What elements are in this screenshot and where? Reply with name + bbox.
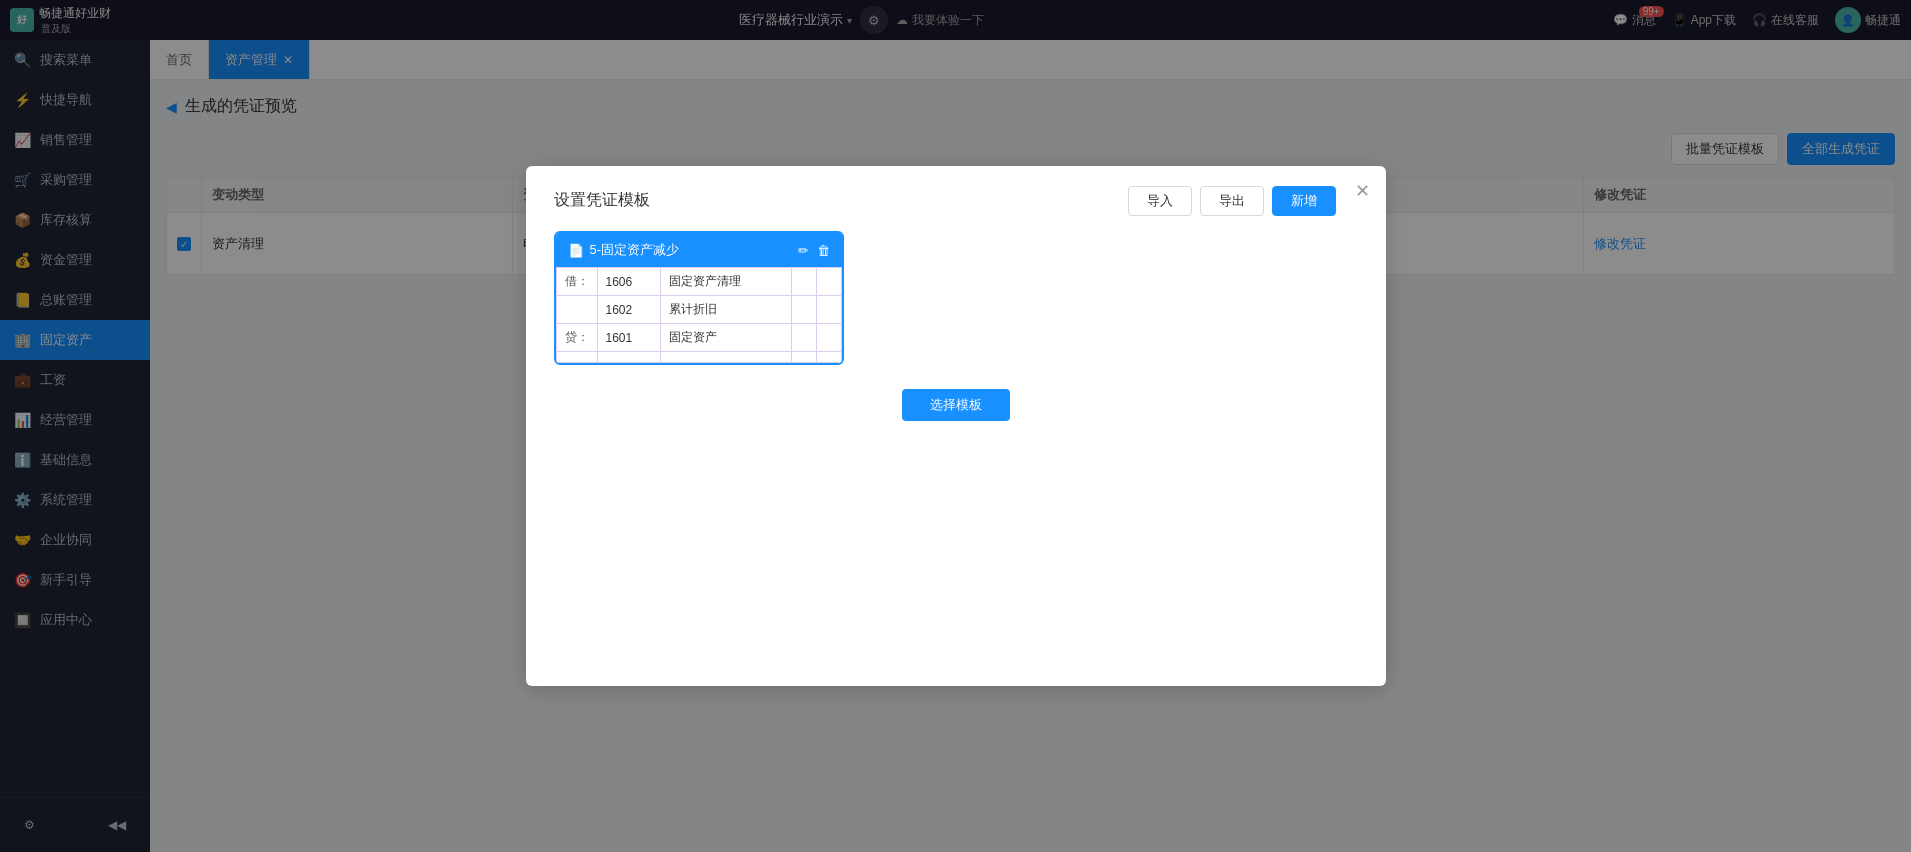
template-list: 📄 5-固定资产减少 ✏ 🗑 借： 1606 固 [554, 231, 1358, 365]
template-entry-row [556, 352, 841, 363]
delete-icon[interactable]: 🗑 [817, 243, 830, 258]
export-btn[interactable]: 导出 [1200, 186, 1264, 216]
entry-code-2: 1602 [597, 296, 661, 324]
entry-account-1: 固定资产清理 [661, 268, 791, 296]
template-entries-table: 借： 1606 固定资产清理 1602 累计折旧 [556, 267, 842, 363]
entry-side-4 [556, 352, 597, 363]
entry-credit-1 [816, 268, 841, 296]
entry-credit-3 [816, 324, 841, 352]
import-btn[interactable]: 导入 [1128, 186, 1192, 216]
dialog-overlay[interactable]: 设置凭证模板 ✕ 导入 导出 新增 📄 5-固定资产减少 ✏ 🗑 [0, 0, 1911, 852]
select-btn-wrap: 选择模板 [554, 389, 1358, 421]
entry-account-2: 累计折旧 [661, 296, 791, 324]
entry-code-1: 1606 [597, 268, 661, 296]
entry-account-4 [661, 352, 791, 363]
new-template-btn[interactable]: 新增 [1272, 186, 1336, 216]
entry-side-2 [556, 296, 597, 324]
entry-code-4 [597, 352, 661, 363]
template-entry-row: 贷： 1601 固定资产 [556, 324, 841, 352]
template-name: 5-固定资产减少 [590, 241, 680, 259]
entry-side-3: 贷： [556, 324, 597, 352]
dialog-toolbar: 导入 导出 新增 [1128, 186, 1336, 216]
entry-debit-4 [791, 352, 816, 363]
template-entry-row: 借： 1606 固定资产清理 [556, 268, 841, 296]
template-header-actions: ✏ 🗑 [798, 243, 830, 258]
template-entry-row: 1602 累计折旧 [556, 296, 841, 324]
entry-debit-3 [791, 324, 816, 352]
template-card-body: 借： 1606 固定资产清理 1602 累计折旧 [556, 267, 842, 363]
edit-icon[interactable]: ✏ [798, 243, 809, 258]
template-header-left: 📄 5-固定资产减少 [568, 241, 680, 259]
entry-debit-2 [791, 296, 816, 324]
entry-account-3: 固定资产 [661, 324, 791, 352]
doc-icon: 📄 [568, 243, 584, 258]
entry-credit-2 [816, 296, 841, 324]
template-card: 📄 5-固定资产减少 ✏ 🗑 借： 1606 固 [554, 231, 844, 365]
settings-dialog: 设置凭证模板 ✕ 导入 导出 新增 📄 5-固定资产减少 ✏ 🗑 [526, 166, 1386, 686]
template-card-header: 📄 5-固定资产减少 ✏ 🗑 [556, 233, 842, 267]
select-template-btn[interactable]: 选择模板 [902, 389, 1010, 421]
dialog-close-btn[interactable]: ✕ [1355, 180, 1370, 202]
entry-side-1: 借： [556, 268, 597, 296]
entry-credit-4 [816, 352, 841, 363]
entry-debit-1 [791, 268, 816, 296]
entry-code-3: 1601 [597, 324, 661, 352]
